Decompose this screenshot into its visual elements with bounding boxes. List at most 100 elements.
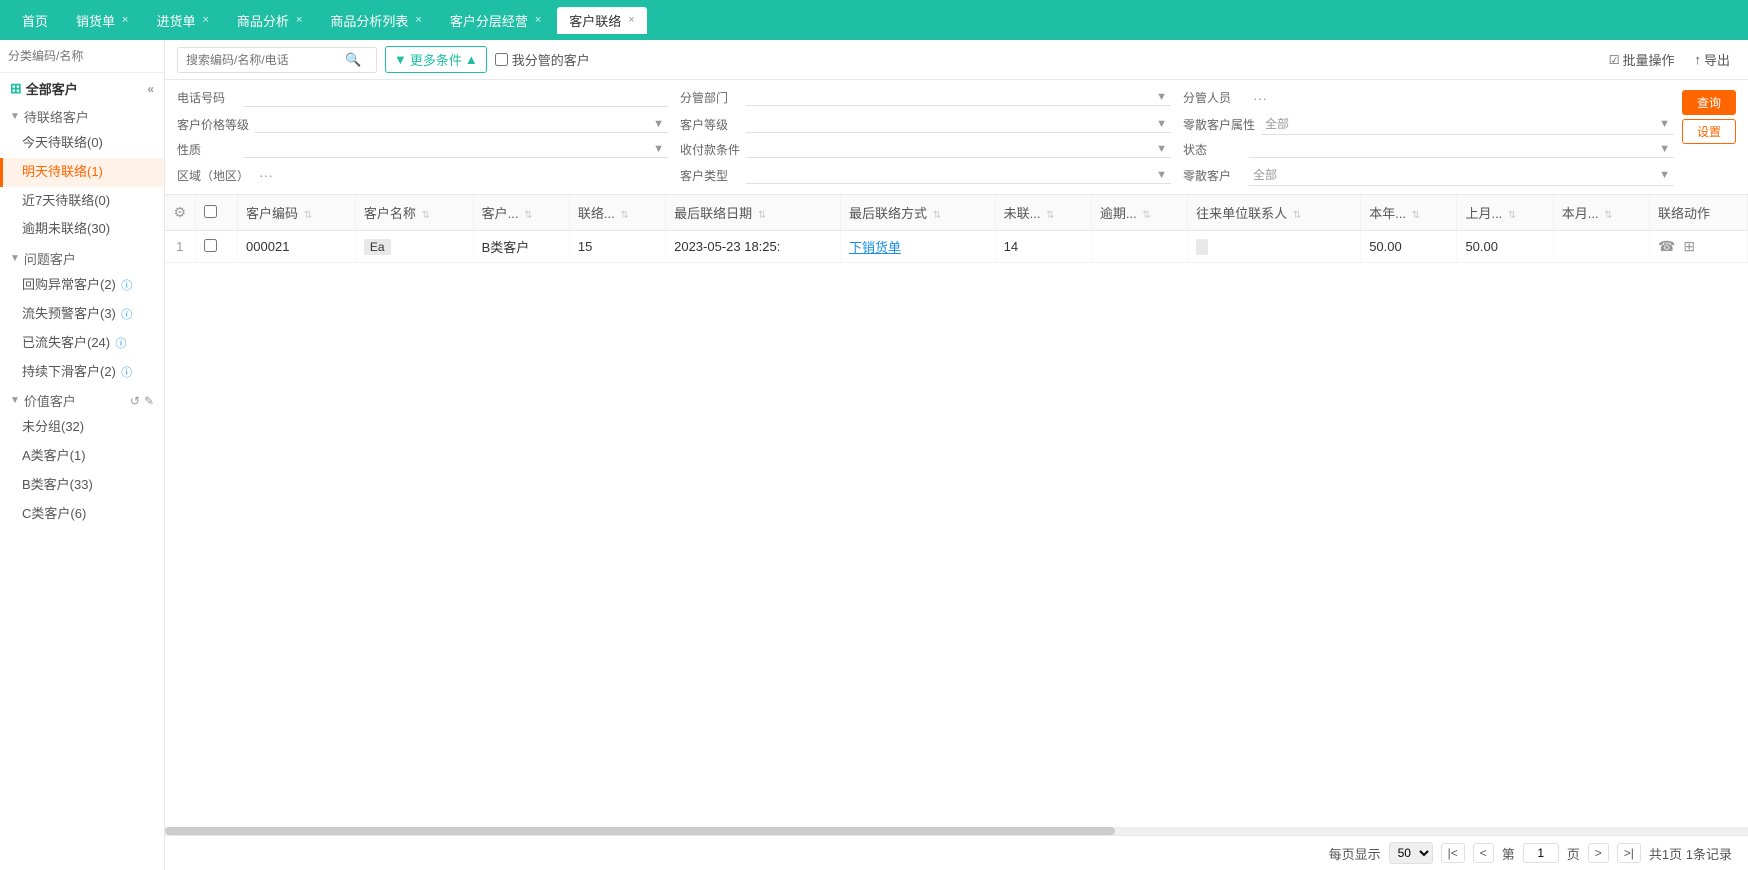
nav-home[interactable]: 首页 [10,7,60,34]
sort-this-month-icon[interactable]: ⇅ [1604,210,1612,221]
select-all-checkbox[interactable] [204,205,217,218]
filter-dept-select[interactable]: ▼ [746,89,1171,106]
set-button[interactable]: 设置 [1682,119,1736,144]
sidebar-item-repurchase-abnormal[interactable]: 回购异常客户(2) ⓘ [0,271,164,300]
sort-contact-count-icon[interactable]: ⇅ [620,210,628,221]
all-customers-header[interactable]: ⊞ 全部客户 « [0,73,164,102]
contact-method-link[interactable]: 下销货单 [849,240,901,255]
filter-retail-attr-select[interactable]: 全部 ▼ [1261,113,1674,135]
column-settings-icon[interactable]: ⚙ [173,204,186,220]
next-page-button[interactable]: > [1588,843,1609,863]
group-value-customers: ▼ 价值客户 ↺ ✎ [0,386,164,413]
export-icon: ↑ [1694,52,1701,67]
sort-overdue-icon[interactable]: ⇅ [1142,210,1150,221]
nav-customer-contact[interactable]: 客户联络 × [557,7,646,34]
prev-page-button[interactable]: < [1473,843,1494,863]
th-settings: ⚙ [165,195,195,231]
filter-row-3: 性质 ▼ 收付款条件 ▼ [177,141,1674,158]
filter-manager: 分管人员 ··· [1183,89,1674,106]
nav-customer-contact-close[interactable]: × [628,14,634,26]
td-last-contact-method: 下销货单 [840,231,995,263]
sidebar-item-churn-warning[interactable]: 流失预警客户(3) ⓘ [0,300,164,329]
filter-phone-label: 电话号码 [177,89,237,106]
page-input[interactable] [1523,843,1559,863]
sidebar-item-churned[interactable]: 已流失客户(24) ⓘ [0,329,164,358]
sidebar-item-c-class[interactable]: C类客户(6) [0,500,164,529]
filter-manager-dots[interactable]: ··· [1249,90,1271,106]
phone-action-icon[interactable]: ☎ [1658,238,1675,255]
horizontal-scrollbar[interactable] [165,827,1748,835]
export-button[interactable]: ↑ 导出 [1688,47,1736,72]
filter-price-grade-select[interactable]: ▼ [255,116,668,133]
filter-price-grade-label: 客户价格等级 [177,116,249,133]
nav-product-analysis-list[interactable]: 商品分析列表 × [318,7,433,34]
sort-not-contacted-icon[interactable]: ⇅ [1046,210,1054,221]
my-customers-checkbox-label[interactable]: 我分管的客户 [495,50,590,69]
nav-sales-order[interactable]: 销货单 × [64,7,140,34]
filter-nature-select[interactable]: ▼ [243,141,668,158]
sidebar-item-a-class[interactable]: A类客户(1) [0,442,164,471]
nav-sales-order-close[interactable]: × [122,14,128,26]
filter-fields-area: 电话号码 分管部门 ▼ 分管人员 ··· [177,88,1674,186]
group-arrow-3: ▼ [10,395,20,406]
filter-customer-type-select[interactable]: ▼ [746,167,1171,184]
per-page-select[interactable]: 50 [1389,842,1433,864]
sort-type-icon[interactable]: ⇅ [524,210,532,221]
edit-icon[interactable]: ✎ [144,394,154,408]
th-last-month: 上月... ⇅ [1457,195,1553,231]
batch-button[interactable]: ☑ 批量操作 [1603,47,1681,72]
sort-last-month-icon[interactable]: ⇅ [1508,210,1516,221]
td-this-month [1553,231,1649,263]
info-icon-2: ⓘ [115,338,126,350]
sort-contact-person-icon[interactable]: ⇅ [1293,210,1301,221]
sort-code-icon[interactable]: ⇅ [304,210,312,221]
sidebar-item-7day-contact[interactable]: 近7天待联络(0) [0,187,164,216]
filter-retail-select[interactable]: 全部 ▼ [1249,164,1674,186]
td-code: 000021 [238,231,356,263]
filter-customer-grade-select[interactable]: ▼ [746,116,1171,133]
sidebar-item-ungrouped[interactable]: 未分组(32) [0,413,164,442]
filter-payment-select[interactable]: ▼ [746,141,1171,158]
sidebar-item-today-contact[interactable]: 今天待联络(0) [0,129,164,158]
nav-customer-segmentation[interactable]: 客户分层经营 × [438,7,553,34]
sort-name-icon[interactable]: ⇅ [421,210,429,221]
page-suffix: 页 [1567,844,1580,863]
last-page-button[interactable]: >| [1617,843,1641,863]
first-page-button[interactable]: |< [1441,843,1465,863]
sidebar-item-tomorrow-contact[interactable]: 明天待联络(1) [0,158,164,187]
query-button[interactable]: 查询 [1682,90,1736,115]
sort-this-year-icon[interactable]: ⇅ [1412,210,1420,221]
scrollbar-thumb[interactable] [165,827,1115,835]
search-icon[interactable]: 🔍 [345,52,361,68]
nav-purchase-order[interactable]: 进货单 × [144,7,220,34]
sidebar-item-b-class[interactable]: B类客户(33) [0,471,164,500]
customer-type-arrow-icon: ▼ [1156,169,1167,181]
grid-action-icon[interactable]: ⊞ [1683,238,1695,255]
sort-last-contact-date-icon[interactable]: ⇅ [758,210,766,221]
sidebar-item-declining[interactable]: 持续下滑客户(2) ⓘ [0,358,164,387]
filter-region-dots[interactable]: ··· [255,167,277,183]
sidebar-search-input[interactable] [8,49,163,63]
sidebar-item-overdue-contact[interactable]: 逾期未联络(30) [0,215,164,244]
row-checkbox[interactable] [204,239,217,252]
nav-product-analysis-list-close[interactable]: × [415,14,421,26]
refresh-icon[interactable]: ↺ [130,394,140,408]
nav-customer-segmentation-close[interactable]: × [535,14,541,26]
filter-button[interactable]: ▼ 更多条件 ▲ [385,46,487,73]
nav-purchase-order-close[interactable]: × [202,14,208,26]
checkbox-icon: ☑ [1609,53,1620,67]
filter-status-select[interactable]: ▼ [1249,141,1674,158]
filter-phone-input[interactable] [243,88,668,107]
customer-grade-arrow-icon: ▼ [1156,118,1167,130]
my-customers-checkbox[interactable] [495,53,508,66]
th-checkbox [195,195,238,231]
collapse-icon[interactable]: « [147,82,154,96]
main-search-input[interactable] [186,53,341,67]
grid-icon: ⊞ [10,80,22,97]
filter-region-label: 区域（地区） [177,167,249,184]
filter-region: 区域（地区） ··· [177,167,668,184]
nav-product-analysis-close[interactable]: × [296,14,302,26]
nav-product-analysis[interactable]: 商品分析 × [225,7,314,34]
sort-last-contact-method-icon[interactable]: ⇅ [933,210,941,221]
sidebar-search-container: 🔍 [0,40,164,73]
